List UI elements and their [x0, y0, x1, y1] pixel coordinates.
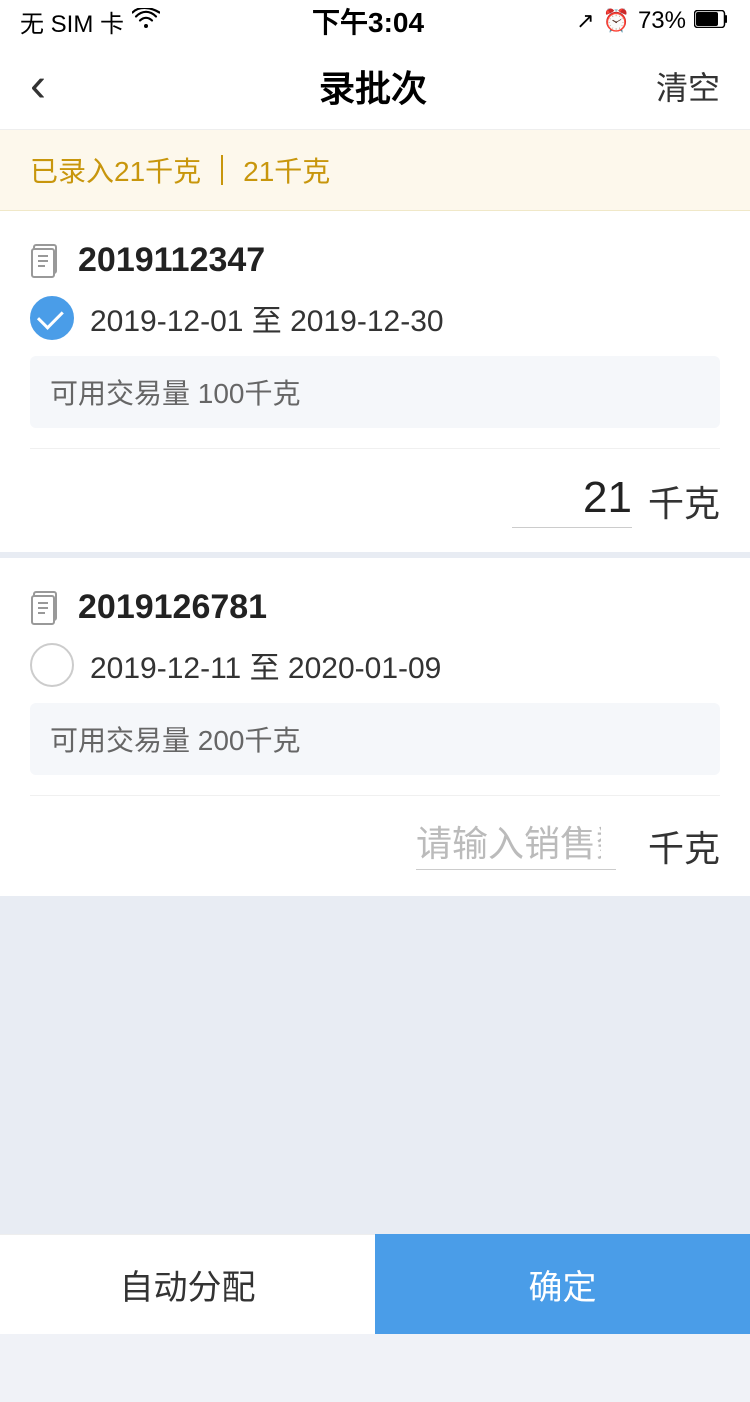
back-icon: ‹ — [30, 58, 46, 113]
batch-date-2: 2019-12-11 至 2020-01-09 — [90, 643, 441, 687]
batch-id-2: 2019126781 — [78, 588, 267, 627]
content-area: 2019112347 2019-12-01 至 2019-12-30 可用交易量… — [0, 211, 750, 1402]
battery-label: 73% — [638, 7, 686, 35]
available-text-2: 可用交易量 200千克 — [50, 725, 301, 756]
batch-card-2: 2019126781 2019-12-11 至 2020-01-09 可用交易量… — [0, 558, 750, 796]
recorded-label: 已录入21千克 — [30, 150, 201, 190]
alarm-icon: ⏰ — [603, 8, 630, 34]
recorded-value: 21千克 — [243, 150, 330, 190]
status-right: ↗ ⏰ 73% — [576, 7, 730, 35]
batch-date-row-1[interactable]: 2019-12-01 至 2019-12-30 — [30, 296, 720, 340]
doc-icon-1 — [30, 243, 66, 279]
batch-header-2: 2019126781 — [30, 588, 720, 627]
location-icon: ↗ — [576, 8, 594, 34]
clear-button[interactable]: 清空 — [656, 63, 720, 109]
amount-display-1: 21 — [512, 473, 632, 528]
input-row-2: 千克 — [0, 796, 750, 902]
batch-card-1: 2019112347 2019-12-01 至 2019-12-30 可用交易量… — [0, 211, 750, 449]
confirm-button[interactable]: 确定 — [375, 1234, 750, 1334]
page-title: 录批次 — [319, 60, 427, 112]
auto-distribute-button[interactable]: 自动分配 — [0, 1234, 375, 1334]
available-row-2: 可用交易量 200千克 — [30, 703, 720, 775]
batch-date-row-2[interactable]: 2019-12-11 至 2020-01-09 — [30, 643, 720, 687]
nav-bar: ‹ 录批次 清空 — [0, 42, 750, 130]
status-time: 下午3:04 — [312, 1, 424, 41]
radio-2[interactable] — [30, 643, 74, 687]
batch-date-1: 2019-12-01 至 2019-12-30 — [90, 296, 444, 340]
radio-1[interactable] — [30, 296, 74, 340]
amount-row-1: 21 千克 — [0, 449, 750, 558]
back-button[interactable]: ‹ — [30, 58, 90, 113]
auto-distribute-label: 自动分配 — [120, 1260, 256, 1309]
available-row-1: 可用交易量 100千克 — [30, 356, 720, 428]
confirm-label: 确定 — [529, 1260, 597, 1309]
info-banner: 已录入21千克 21千克 — [0, 130, 750, 211]
bottom-bar: 自动分配 确定 — [0, 1234, 750, 1334]
batch-header-1: 2019112347 — [30, 241, 720, 280]
available-text-1: 可用交易量 100千克 — [50, 378, 301, 409]
carrier-label: 无 SIM 卡 — [20, 4, 124, 39]
amount-unit-1: 千克 — [648, 475, 720, 527]
quantity-input-2[interactable] — [416, 823, 616, 865]
input-wrap-2[interactable] — [416, 823, 616, 870]
battery-icon — [694, 7, 730, 35]
status-bar: 无 SIM 卡 下午3:04 ↗ ⏰ 73% — [0, 0, 750, 42]
status-left: 无 SIM 卡 — [20, 4, 160, 39]
amount-value-1: 21 — [583, 473, 632, 522]
batch-id-1: 2019112347 — [78, 241, 265, 280]
banner-divider — [221, 155, 223, 185]
input-unit-2: 千克 — [648, 820, 720, 872]
doc-icon-2 — [30, 590, 66, 626]
wifi-icon — [132, 7, 160, 35]
